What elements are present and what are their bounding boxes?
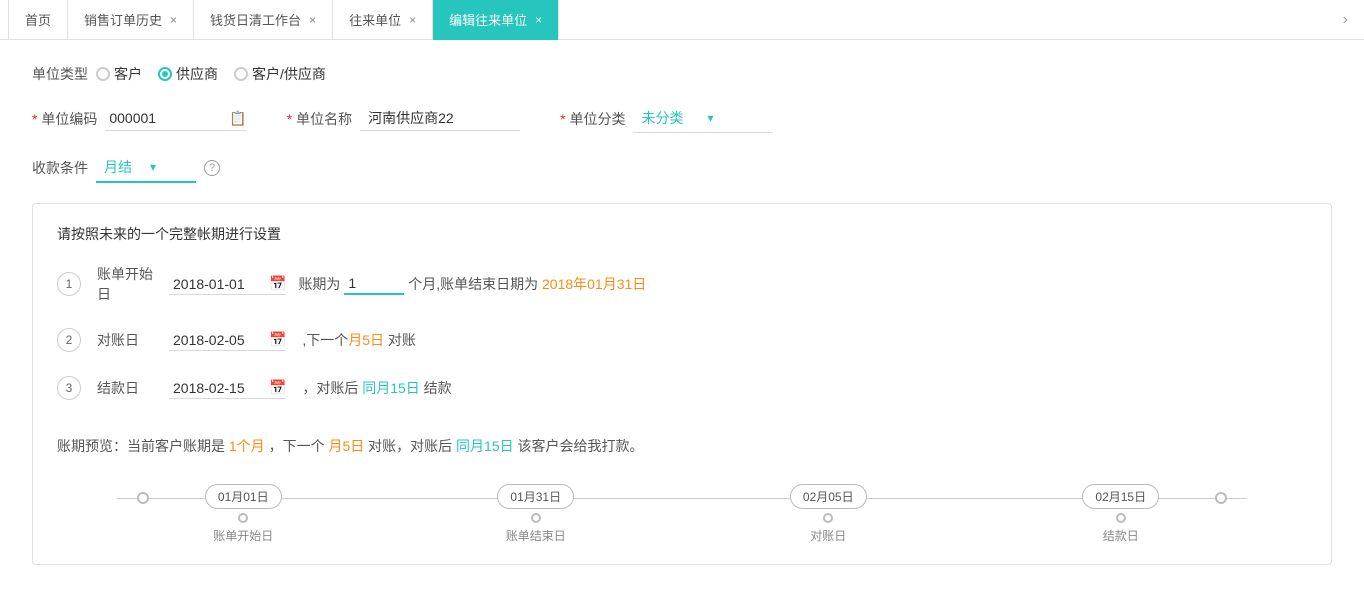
category-dropdown-arrow: ▾: [707, 111, 765, 125]
timeline-badge-3: 02月05日: [790, 484, 867, 509]
unit-code-label: 单位编码: [32, 109, 97, 129]
calendar-icon-2[interactable]: 📅: [269, 331, 286, 348]
period-desc-2: ,下一个月5日 对账: [298, 330, 415, 350]
payment-field: 收款条件 月结 ▾ ?: [32, 153, 220, 183]
unit-name-field: 单位名称: [287, 106, 520, 131]
date-input-3[interactable]: [169, 378, 269, 398]
unit-category-label: 单位分类: [560, 109, 625, 129]
period-label-1: 账单开始日: [97, 264, 157, 304]
payment-row: 收款条件 月结 ▾ ?: [32, 153, 1332, 183]
period-months-input[interactable]: [344, 273, 404, 295]
payment-dropdown-arrow: ▾: [150, 160, 188, 174]
calendar-icon-1[interactable]: 📅: [269, 275, 286, 292]
preview-highlight-3: 同月15日: [456, 438, 514, 454]
tab-edit-partner[interactable]: 编辑往来单位 ×: [433, 0, 559, 40]
timeline-dot-1: [238, 513, 248, 523]
copy-icon[interactable]: 📋: [229, 110, 246, 127]
tabs-scroll-arrow[interactable]: ›: [1335, 11, 1356, 29]
timeline-point-3: 02月05日 对账日: [682, 484, 975, 544]
page-content: 单位类型 客户 供应商 客户/供应商 单位编码: [0, 40, 1364, 608]
section-title: 请按照未来的一个完整帐期进行设置: [57, 224, 1307, 244]
timeline-dot-start: [137, 492, 149, 504]
period-row-2: 2 对账日 📅 ,下一个月5日 对账: [57, 328, 1307, 352]
timeline-label-4: 结款日: [1103, 527, 1139, 544]
radio-both[interactable]: 客户/供应商: [234, 64, 326, 84]
timeline-badge-4: 02月15日: [1082, 484, 1159, 509]
tab-sales-history[interactable]: 销售订单历史 ×: [68, 0, 194, 40]
unit-name-label: 单位名称: [287, 109, 352, 129]
timeline-points-row: 01月01日 账单开始日 01月31日 账单结束日 02月05日: [97, 484, 1267, 544]
help-icon[interactable]: ?: [204, 160, 220, 176]
unit-type-field: 单位类型 客户 供应商 客户/供应商: [32, 64, 326, 84]
tabs-bar: 首页 销售订单历史 × 钱货日清工作台 × 往来单位 × 编辑往来单位 × ›: [0, 0, 1364, 40]
preview-text: 账期预览：当前客户账期是 1个月 ，下一个 月5日 对账，对账后 同月15日 该…: [57, 424, 1307, 468]
period-section: 请按照未来的一个完整帐期进行设置 1 账单开始日 📅 账期为 个月,账单结束日期…: [32, 203, 1332, 565]
timeline-dot-2: [531, 513, 541, 523]
unit-code-input[interactable]: [105, 106, 225, 130]
period-row-3: 3 结款日 📅 ，对账后 同月15日 结款: [57, 376, 1307, 400]
period-label-3: 结款日: [97, 378, 157, 398]
radio-circle-supplier: [158, 67, 172, 81]
date-input-wrap-3: 📅: [169, 378, 286, 399]
timeline: 01月01日 账单开始日 01月31日 账单结束日 02月05日: [57, 484, 1307, 544]
period-num-2: 2: [57, 328, 81, 352]
tab-partner[interactable]: 往来单位 ×: [333, 0, 433, 40]
period-desc-3: ，对账后 同月15日 结款: [298, 378, 451, 398]
timeline-badge-1: 01月01日: [205, 484, 282, 509]
unit-code-input-wrap: 📋: [105, 106, 246, 131]
unit-type-label: 单位类型: [32, 64, 88, 84]
tab-home[interactable]: 首页: [8, 0, 68, 40]
period-num-1: 1: [57, 272, 81, 296]
tab-cash-work[interactable]: 钱货日清工作台 ×: [194, 0, 333, 40]
unit-code-field: 单位编码 📋: [32, 106, 247, 131]
timeline-dot-end: [1215, 492, 1227, 504]
radio-supplier[interactable]: 供应商: [158, 64, 218, 84]
payment-label: 收款条件: [32, 158, 88, 178]
unit-name-input[interactable]: [360, 106, 520, 131]
radio-customer[interactable]: 客户: [96, 64, 142, 84]
date-input-wrap-1: 📅: [169, 274, 286, 295]
code-name-category-row: 单位编码 📋 单位名称 单位分类 未分类 ▾: [32, 104, 1332, 133]
date-input-1[interactable]: [169, 274, 269, 294]
date-input-wrap-2: 📅: [169, 330, 286, 351]
timeline-label-1: 账单开始日: [213, 527, 273, 544]
tab-close-cash-work[interactable]: ×: [309, 13, 316, 27]
unit-category-dropdown[interactable]: 未分类 ▾: [633, 104, 773, 133]
preview-highlight-1: 1个月: [229, 438, 265, 454]
period-label-2: 对账日: [97, 330, 157, 350]
radio-circle-both: [234, 67, 248, 81]
timeline-point-2: 01月31日 账单结束日: [390, 484, 683, 544]
tab-close-partner[interactable]: ×: [409, 13, 416, 27]
date-input-2[interactable]: [169, 330, 269, 350]
timeline-dot-3: [823, 513, 833, 523]
unit-type-radio-group: 客户 供应商 客户/供应商: [96, 64, 326, 84]
period-desc-1-prefix: 账期为: [298, 274, 344, 294]
calendar-icon-3[interactable]: 📅: [269, 379, 286, 396]
timeline-label-3: 对账日: [810, 527, 846, 544]
period-desc-1-suffix: 个月,账单结束日期为 2018年01月31日: [404, 274, 646, 294]
unit-category-field: 单位分类 未分类 ▾: [560, 104, 773, 133]
payment-dropdown[interactable]: 月结 ▾: [96, 153, 196, 183]
tab-close-sales-history[interactable]: ×: [170, 13, 177, 27]
tab-close-edit-partner[interactable]: ×: [535, 13, 542, 27]
period-row-1: 1 账单开始日 📅 账期为 个月,账单结束日期为 2018年01月31日: [57, 264, 1307, 304]
period-num-3: 3: [57, 376, 81, 400]
timeline-dot-4: [1116, 513, 1126, 523]
preview-highlight-2: 月5日: [328, 438, 364, 454]
radio-circle-customer: [96, 67, 110, 81]
timeline-label-2: 账单结束日: [506, 527, 566, 544]
timeline-badge-2: 01月31日: [497, 484, 574, 509]
unit-type-row: 单位类型 客户 供应商 客户/供应商: [32, 64, 1332, 84]
